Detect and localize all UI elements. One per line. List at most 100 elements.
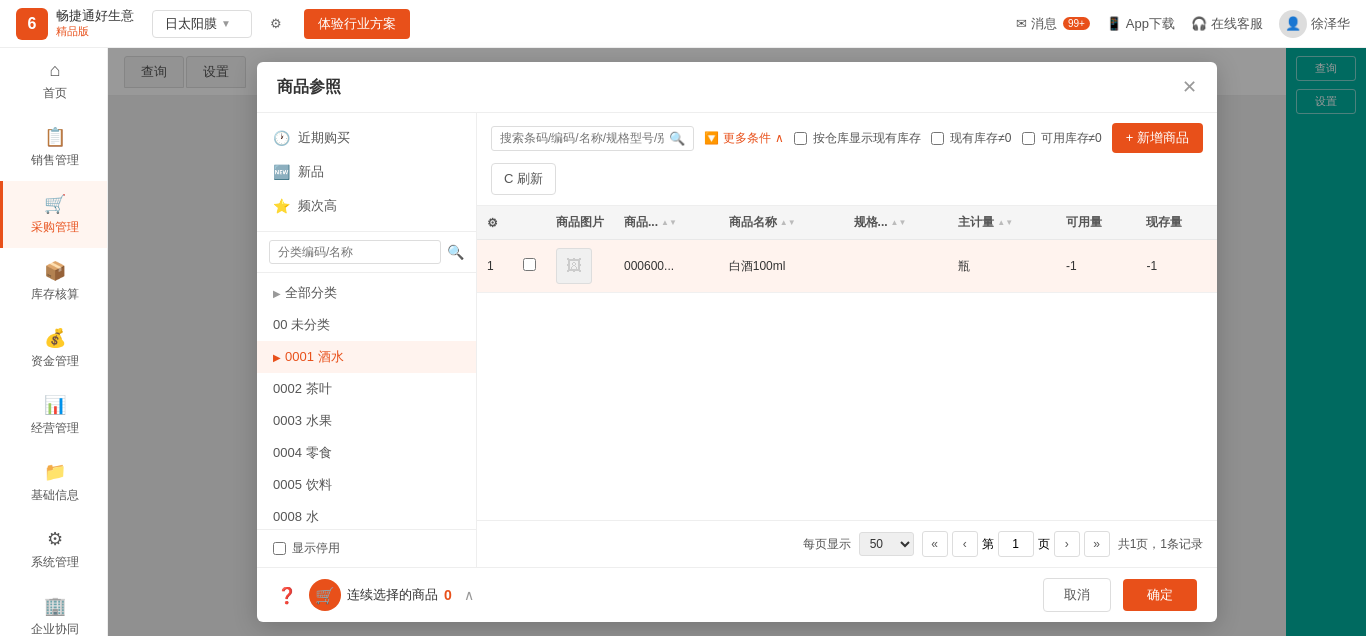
nav-app-download[interactable]: 📱 App下载	[1106, 15, 1175, 33]
warehouse-display-checkbox-group: 按仓库显示现有库存	[794, 130, 921, 147]
category-item-0002[interactable]: 0002 茶叶	[257, 373, 476, 405]
finance-icon: 💰	[44, 327, 66, 349]
sidebar-item-operations[interactable]: 📊 经营管理	[0, 382, 107, 449]
star-icon: ⭐	[273, 198, 290, 214]
stock-nonzero-checkbox[interactable]	[931, 132, 944, 145]
avatar: 👤	[1279, 10, 1307, 38]
tab-recent-purchase[interactable]: 🕐 近期购买	[257, 121, 476, 155]
refresh-button[interactable]: C 刷新	[491, 163, 556, 195]
sidebar-item-home[interactable]: ⌂ 首页	[0, 48, 107, 114]
category-item-0003[interactable]: 0003 水果	[257, 405, 476, 437]
category-item-00[interactable]: 00 未分类	[257, 309, 476, 341]
nav-user[interactable]: 👤 徐泽华	[1279, 10, 1350, 38]
experience-button[interactable]: 体验行业方案	[304, 9, 410, 39]
sidebar-item-sales[interactable]: 📋 销售管理	[0, 114, 107, 181]
new-product-button[interactable]: + 新增商品	[1112, 123, 1203, 153]
toolbar: 🔍 🔽 更多条件 ∧ 按仓库显示现有库存	[477, 113, 1217, 206]
warehouse-display-checkbox[interactable]	[794, 132, 807, 145]
th-available: 可用量	[1056, 206, 1137, 240]
sort-code-icon: ▲▼	[661, 218, 677, 227]
sidebar-item-basic[interactable]: 📁 基础信息	[0, 449, 107, 516]
tab-new-products[interactable]: 🆕 新品	[257, 155, 476, 189]
table-area: ⚙ 商品图片 商品... ▲▼	[477, 206, 1217, 520]
confirm-button[interactable]: 确定	[1123, 579, 1197, 611]
th-settings[interactable]: ⚙	[477, 206, 513, 240]
first-page-btn[interactable]: «	[922, 531, 948, 557]
product-search-input[interactable]	[500, 131, 665, 145]
category-search-input[interactable]	[269, 240, 441, 264]
cancel-button[interactable]: 取消	[1043, 578, 1111, 612]
sidebar-item-inventory[interactable]: 📦 库存核算	[0, 248, 107, 315]
sort-spec-icon: ▲▼	[891, 218, 907, 227]
th-unit[interactable]: 主计量 ▲▼	[948, 206, 1056, 240]
page-label: 第	[982, 536, 994, 553]
page-suffix: 页	[1038, 536, 1050, 553]
message-icon: ✉	[1016, 16, 1027, 31]
cart-label: 连续选择的商品	[347, 586, 438, 604]
right-panel: 🔍 🔽 更多条件 ∧ 按仓库显示现有库存	[477, 113, 1217, 567]
stock-nonzero-label[interactable]: 现有库存≠0	[950, 130, 1011, 147]
headset-icon: 🎧	[1191, 16, 1207, 31]
show-disabled-checkbox[interactable]	[273, 542, 286, 555]
cart-badge-area[interactable]: 🛒 连续选择的商品 0	[309, 579, 452, 611]
category-search-icon[interactable]: 🔍	[447, 244, 464, 260]
chevron-down-icon: ▼	[221, 18, 231, 29]
category-item-0001[interactable]: ▶ 0001 酒水	[257, 341, 476, 373]
next-page-btn[interactable]: ›	[1054, 531, 1080, 557]
prev-page-btn[interactable]: ‹	[952, 531, 978, 557]
sort-name-icon: ▲▼	[780, 218, 796, 227]
th-spec[interactable]: 规格... ▲▼	[844, 206, 949, 240]
filter-icon: 🔽	[704, 131, 719, 145]
modal-body: 🕐 近期购买 🆕 新品 ⭐ 频次高	[257, 113, 1217, 567]
new-icon: 🆕	[273, 164, 290, 180]
tab-frequent[interactable]: ⭐ 频次高	[257, 189, 476, 223]
warehouse-display-label[interactable]: 按仓库显示现有库存	[813, 130, 921, 147]
table-row[interactable]: 1 🖼 000600... 白酒100ml 瓶	[477, 240, 1217, 293]
row-checkbox[interactable]	[523, 258, 536, 271]
available-nonzero-checkbox[interactable]	[1022, 132, 1035, 145]
row-stock-cell: -1	[1136, 240, 1217, 293]
logo-sub: 精品版	[56, 24, 134, 39]
show-disabled-label[interactable]: 显示停用	[292, 540, 340, 557]
mobile-icon: 📱	[1106, 16, 1122, 31]
stock-nonzero-checkbox-group: 现有库存≠0	[931, 130, 1011, 147]
per-page-select[interactable]: 50 100 200	[859, 532, 914, 556]
basic-icon: 📁	[44, 461, 66, 483]
filter-button[interactable]: 🔽 更多条件 ∧	[704, 130, 784, 147]
close-icon[interactable]: ✕	[1182, 76, 1197, 98]
sort-unit-icon: ▲▼	[997, 218, 1013, 227]
caret-icon: ▶	[273, 288, 281, 299]
inventory-icon: 📦	[44, 260, 66, 282]
nav-message[interactable]: ✉ 消息 99+	[1016, 15, 1090, 33]
available-nonzero-label[interactable]: 可用库存≠0	[1041, 130, 1102, 147]
page-number-input[interactable]	[998, 531, 1034, 557]
row-unit-cell: 瓶	[948, 240, 1056, 293]
th-stock: 现存量	[1136, 206, 1217, 240]
operations-icon: 📊	[44, 394, 66, 416]
sidebar-item-system[interactable]: ⚙ 系统管理	[0, 516, 107, 583]
product-table: ⚙ 商品图片 商品... ▲▼	[477, 206, 1217, 293]
sidebar-item-finance[interactable]: 💰 资金管理	[0, 315, 107, 382]
store-selector[interactable]: 日太阳膜 ▼	[152, 10, 252, 38]
row-spec-cell	[844, 240, 949, 293]
sidebar-item-enterprise[interactable]: 🏢 企业协同	[0, 583, 107, 636]
show-disabled-area: 显示停用	[257, 529, 476, 567]
modal-title: 商品参照	[277, 77, 341, 98]
category-item-all[interactable]: ▶ 全部分类	[257, 277, 476, 309]
nav-online-service[interactable]: 🎧 在线客服	[1191, 15, 1263, 33]
category-item-0004[interactable]: 0004 零食	[257, 437, 476, 469]
th-name[interactable]: 商品名称 ▲▼	[719, 206, 844, 240]
settings-icon[interactable]: ⚙	[260, 8, 292, 40]
th-code[interactable]: 商品... ▲▼	[614, 206, 719, 240]
collapse-icon[interactable]: ∧	[464, 587, 474, 603]
last-page-btn[interactable]: »	[1084, 531, 1110, 557]
logo-area: 6 畅捷通好生意 精品版	[16, 8, 136, 40]
row-checkbox-cell[interactable]	[513, 240, 546, 293]
category-item-0008[interactable]: 0008 水	[257, 501, 476, 529]
sidebar-item-purchase[interactable]: 🛒 采购管理	[0, 181, 107, 248]
row-index: 1	[477, 240, 513, 293]
help-icon[interactable]: ❓	[277, 586, 297, 605]
product-image: 🖼	[556, 248, 592, 284]
enterprise-icon: 🏢	[44, 595, 66, 617]
category-item-0005[interactable]: 0005 饮料	[257, 469, 476, 501]
